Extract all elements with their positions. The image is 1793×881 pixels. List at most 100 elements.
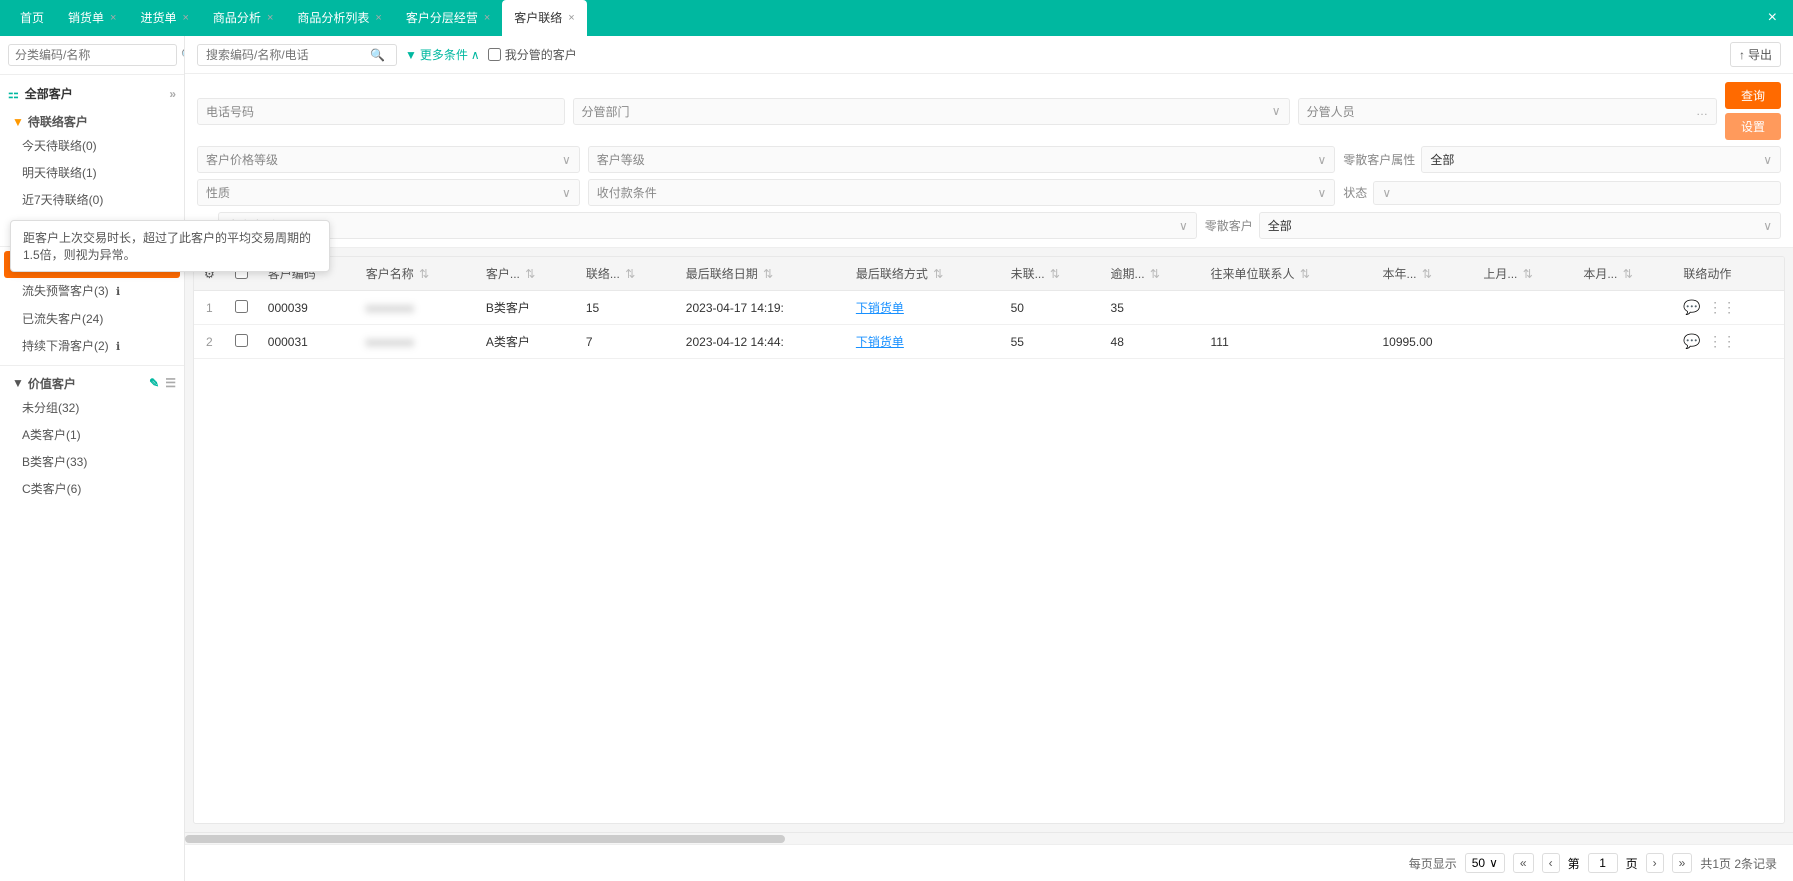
gender-field[interactable]: 性质 ∨ xyxy=(197,179,580,206)
sidebar-week7[interactable]: 近7天待联络(0) xyxy=(0,187,184,214)
sort-last-month-icon[interactable]: ⇅ xyxy=(1523,267,1533,281)
sort-this-month-icon[interactable]: ⇅ xyxy=(1623,267,1633,281)
nav-item-analysis-list[interactable]: 商品分析列表 × xyxy=(285,0,393,36)
sidebar-class-a[interactable]: A类客户(1) xyxy=(0,422,184,449)
row-last-contact-method[interactable]: 下销货单 xyxy=(846,325,1001,359)
data-table: ⚙ 客户编码 客户名称 ⇅ 客户... xyxy=(194,257,1784,359)
sort-last-contact-date-icon[interactable]: ⇅ xyxy=(763,267,773,281)
row-this-year: 10995.00 xyxy=(1372,325,1473,359)
sidebar-lost-warning[interactable]: 流失预警客户(3) ℹ xyxy=(0,278,184,306)
nav-close-purchase[interactable]: × xyxy=(182,0,188,36)
action-chat-icon[interactable]: 💬 xyxy=(1683,333,1700,349)
sidebar-lost[interactable]: 已流失客户(24) xyxy=(0,306,184,333)
sidebar-class-b[interactable]: B类客户(33) xyxy=(0,449,184,476)
customer-grade-field[interactable]: 客户等级 ∨ xyxy=(588,146,1336,173)
sidebar-all-customers[interactable]: ⚏ 全部客户 » xyxy=(0,79,184,108)
sidebar-today[interactable]: 今天待联络(0) xyxy=(0,133,184,160)
my-customers-check[interactable] xyxy=(488,48,501,61)
row-checkbox[interactable] xyxy=(235,300,248,313)
filter-row-1: 电话号码 分管部门 ∨ 分管人员 … 查询 设置 xyxy=(197,82,1781,140)
sort-overdue-icon[interactable]: ⇅ xyxy=(1150,267,1160,281)
contact-method-link[interactable]: 下销货单 xyxy=(856,301,904,315)
sort-not-contacted-icon[interactable]: ⇅ xyxy=(1050,267,1060,281)
col-header-this-year: 本年... ⇅ xyxy=(1372,257,1473,291)
window-close-button[interactable]: × xyxy=(1760,9,1785,27)
dept-field[interactable]: 分管部门 ∨ xyxy=(573,98,1290,125)
customer-type-field[interactable]: 客户类型 ∨ xyxy=(218,212,1196,239)
sort-contact-person-icon[interactable]: ⇅ xyxy=(1300,267,1310,281)
value-edit-icon[interactable]: ✎ xyxy=(149,376,159,390)
nav-item-customer-contact[interactable]: 客户联络 × xyxy=(502,0,586,36)
more-conditions-btn[interactable]: ▼ 更多条件 ∧ xyxy=(405,46,480,63)
settings-button[interactable]: 设置 xyxy=(1725,113,1781,140)
horizontal-scrollbar[interactable] xyxy=(185,832,1793,844)
nav-close-analysis-list[interactable]: × xyxy=(375,0,381,36)
page-number-input[interactable] xyxy=(1588,853,1618,873)
prev-page-btn[interactable]: ‹ xyxy=(1542,853,1560,873)
filter-row-3: 性质 ∨ 收付款条件 ∨ 状态 ∨ xyxy=(197,179,1781,206)
action-more-icon[interactable]: ⋮⋮ xyxy=(1708,299,1736,315)
person-chevron-icon: … xyxy=(1696,104,1708,118)
lost-warning-info-icon[interactable]: ℹ xyxy=(116,286,120,298)
sidebar-unclassified[interactable]: 未分组(32) xyxy=(0,395,184,422)
phone-field[interactable]: 电话号码 xyxy=(197,98,565,125)
sidebar-value-section[interactable]: ▼ 价值客户 ✎ ☰ xyxy=(0,370,184,395)
export-icon: ↑ xyxy=(1739,48,1745,62)
retail-attr-field[interactable]: 全部 ∨ xyxy=(1421,146,1781,173)
nav-item-customer-layer[interactable]: 客户分层经营 × xyxy=(394,0,502,36)
nav-item-sales[interactable]: 销货单 × xyxy=(56,0,128,36)
sidebar-pending-contact-section[interactable]: ▼ 待联络客户 xyxy=(0,108,184,133)
first-page-btn[interactable]: « xyxy=(1513,853,1534,873)
sort-name-icon[interactable]: ⇅ xyxy=(419,267,429,281)
nav-item-purchase[interactable]: 进货单 × xyxy=(128,0,200,36)
action-more-icon[interactable]: ⋮⋮ xyxy=(1708,333,1736,349)
contact-method-link[interactable]: 下销货单 xyxy=(856,335,904,349)
sort-last-contact-method-icon[interactable]: ⇅ xyxy=(933,267,943,281)
filter-search-box[interactable]: 🔍 xyxy=(197,44,397,66)
export-btn[interactable]: ↑ 导出 xyxy=(1730,42,1781,67)
retail-customer-chevron-icon: ∨ xyxy=(1763,219,1772,233)
sidebar-class-c[interactable]: C类客户(6) xyxy=(0,476,184,503)
price-grade-chevron-icon: ∨ xyxy=(562,153,571,167)
per-page-chevron-icon: ∨ xyxy=(1489,856,1498,870)
col-header-last-contact-date: 最后联络日期 ⇅ xyxy=(676,257,846,291)
per-page-select[interactable]: 50 ∨ xyxy=(1465,853,1505,873)
sidebar-continuous-down[interactable]: 持续下滑客户(2) ℹ xyxy=(0,333,184,361)
action-chat-icon[interactable]: 💬 xyxy=(1683,299,1700,315)
retail-customer-field[interactable]: 全部 ∨ xyxy=(1259,212,1781,239)
continuous-down-info-icon[interactable]: ℹ xyxy=(116,341,120,353)
sort-contact-count-icon[interactable]: ⇅ xyxy=(625,267,635,281)
nav-close-analysis[interactable]: × xyxy=(267,0,273,36)
status-label: 状态 xyxy=(1343,184,1367,201)
sort-this-year-icon[interactable]: ⇅ xyxy=(1422,267,1432,281)
sidebar-collapse-icon[interactable]: » xyxy=(169,87,176,101)
row-checkbox-cell[interactable] xyxy=(225,325,258,359)
page-label: 第 xyxy=(1568,855,1580,872)
status-field[interactable]: ∨ xyxy=(1373,181,1781,205)
table-row: 1 000039 xxxxxxxx B类客户 15 2023-04-17 14:… xyxy=(194,291,1784,325)
sidebar-tomorrow[interactable]: 明天待联络(1) xyxy=(0,160,184,187)
nav-close-customer-layer[interactable]: × xyxy=(484,0,490,36)
sidebar-search-input[interactable] xyxy=(8,44,177,66)
nav-close-sales[interactable]: × xyxy=(110,0,116,36)
query-button[interactable]: 查询 xyxy=(1725,82,1781,109)
scrollbar-track[interactable] xyxy=(185,834,1793,844)
sort-type-icon[interactable]: ⇅ xyxy=(525,267,535,281)
next-page-btn[interactable]: › xyxy=(1646,853,1664,873)
row-checkbox[interactable] xyxy=(235,334,248,347)
nav-item-analysis[interactable]: 商品分析 × xyxy=(201,0,285,36)
payment-field[interactable]: 收付款条件 ∨ xyxy=(588,179,1336,206)
row-last-contact-method[interactable]: 下销货单 xyxy=(846,291,1001,325)
last-page-btn[interactable]: » xyxy=(1672,853,1693,873)
my-customers-checkbox[interactable]: 我分管的客户 xyxy=(488,46,577,63)
col-header-contact-person: 往来单位联系人 ⇅ xyxy=(1201,257,1373,291)
filter-search-input[interactable] xyxy=(206,48,366,62)
person-field[interactable]: 分管人员 … xyxy=(1298,98,1717,125)
nav-close-customer-contact[interactable]: × xyxy=(568,0,574,36)
filter-search-icon[interactable]: 🔍 xyxy=(370,48,385,62)
value-more-icon[interactable]: ☰ xyxy=(165,376,176,390)
nav-item-home[interactable]: 首页 xyxy=(8,0,56,36)
price-grade-field[interactable]: 客户价格等级 ∨ xyxy=(197,146,580,173)
row-checkbox-cell[interactable] xyxy=(225,291,258,325)
scrollbar-thumb[interactable] xyxy=(185,835,785,843)
